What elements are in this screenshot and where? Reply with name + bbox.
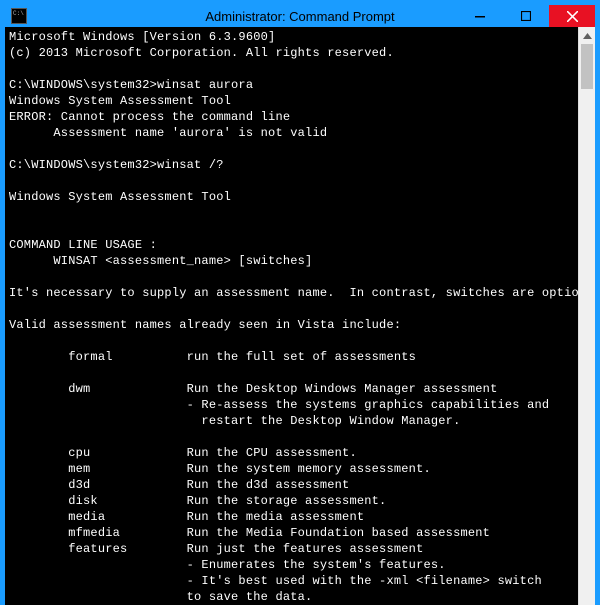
titlebar[interactable]: Administrator: Command Prompt [5,5,595,27]
minimize-icon [475,11,485,21]
terminal-output[interactable]: Microsoft Windows [Version 6.3.9600] (c)… [5,27,578,605]
scrollbar-thumb[interactable] [581,44,593,89]
client-area: Microsoft Windows [Version 6.3.9600] (c)… [5,27,595,605]
maximize-icon [521,11,531,21]
scrollbar-track[interactable] [579,44,595,605]
close-button[interactable] [549,5,595,27]
close-icon [567,11,578,22]
minimize-button[interactable] [457,5,503,27]
window-frame: Administrator: Command Prompt Microsoft … [0,0,600,605]
chevron-up-icon [583,33,592,39]
maximize-button[interactable] [503,5,549,27]
cmd-icon [11,8,27,24]
window-controls [457,5,595,27]
vertical-scrollbar[interactable] [578,27,595,605]
scroll-up-button[interactable] [579,27,595,44]
